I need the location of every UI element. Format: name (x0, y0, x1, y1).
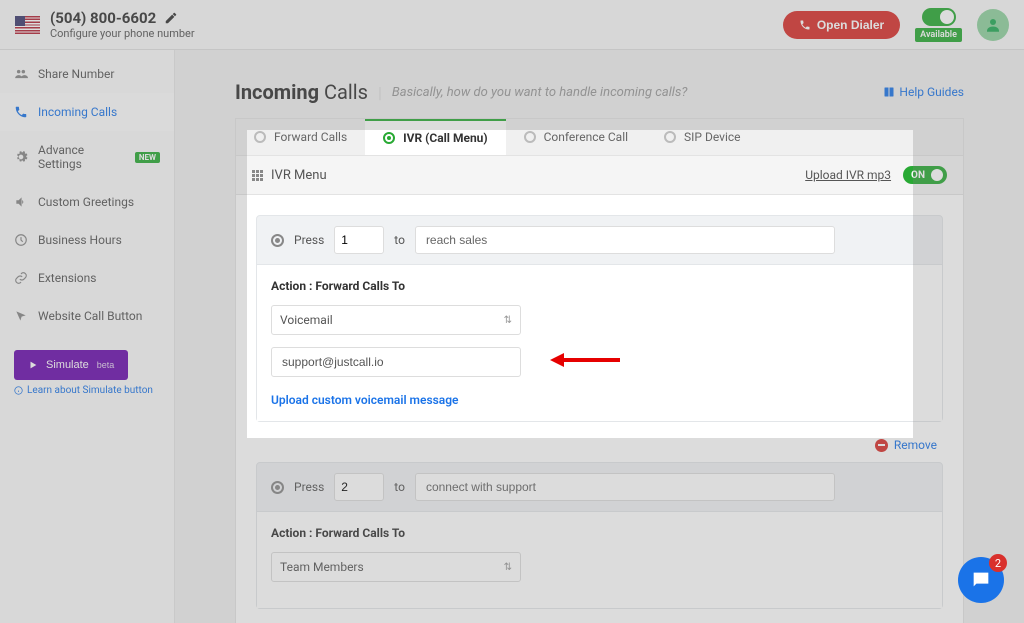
sidebar-item-share-number[interactable]: Share Number (0, 55, 174, 93)
ivr-rule-2: Press to Action : Forward Calls To Team … (256, 462, 943, 609)
sidebar-item-label: Business Hours (38, 233, 122, 247)
chat-badge: 2 (989, 554, 1007, 572)
phone-subtitle: Configure your phone number (50, 27, 195, 40)
sidebar-item-label: Incoming Calls (38, 105, 117, 119)
upload-ivr-link[interactable]: Upload IVR mp3 (805, 168, 891, 182)
tab-conference-call[interactable]: Conference Call (506, 119, 646, 155)
remove-button[interactable]: Remove (875, 438, 937, 452)
grid-icon (252, 170, 263, 181)
sidebar-item-advance-settings[interactable]: Advance Settings NEW (0, 131, 174, 183)
sidebar-item-label: Advance Settings (38, 143, 125, 171)
play-icon (28, 360, 38, 370)
badge-new: NEW (135, 152, 160, 163)
rule-head: Press to (257, 216, 942, 265)
radio-icon (664, 131, 676, 143)
radio-icon[interactable] (271, 234, 284, 247)
tab-forward-calls[interactable]: Forward Calls (236, 119, 365, 155)
sidebar-item-incoming-calls[interactable]: Incoming Calls (0, 93, 174, 131)
toggle-knob-icon (931, 169, 943, 181)
minus-circle-icon (875, 439, 888, 452)
learn-simulate-link[interactable]: Learn about Simulate button (14, 385, 160, 396)
open-dialer-label: Open Dialer (817, 18, 884, 32)
open-dialer-button[interactable]: Open Dialer (783, 11, 900, 39)
rule-head: Press to (257, 463, 942, 512)
ivr-toggle[interactable]: ON (903, 166, 947, 184)
sidebar-item-label: Share Number (38, 67, 114, 81)
tab-bar: Forward Calls IVR (Call Menu) Conference… (235, 118, 964, 155)
press-label: Press (294, 233, 324, 247)
rule-body: Action : Forward Calls To Voicemail ⇅ Up… (257, 265, 942, 421)
people-icon (14, 67, 28, 81)
phone-number: (504) 800-6602 (50, 9, 156, 27)
main-content: Incoming Calls | Basically, how do you w… (175, 50, 1024, 623)
upload-voicemail-link[interactable]: Upload custom voicemail message (271, 393, 928, 407)
chat-button[interactable]: 2 (958, 557, 1004, 603)
simulate-beta: beta (97, 360, 115, 370)
tab-sip-device[interactable]: SIP Device (646, 119, 758, 155)
info-icon (14, 386, 23, 395)
sidebar-item-label: Extensions (38, 271, 96, 285)
simulate-button[interactable]: Simulate beta (14, 350, 128, 380)
sidebar-item-website-call-button[interactable]: Website Call Button (0, 297, 174, 335)
to-label: to (394, 480, 405, 494)
voicemail-email-input[interactable] (271, 347, 521, 377)
ivr-header: IVR Menu Upload IVR mp3 ON (236, 156, 963, 195)
phone-block: (504) 800-6602 Configure your phone numb… (50, 9, 195, 40)
learn-label: Learn about Simulate button (27, 385, 153, 396)
sidebar: Share Number Incoming Calls Advance Sett… (0, 50, 175, 623)
sidebar-item-custom-greetings[interactable]: Custom Greetings (0, 183, 174, 221)
gear-icon (14, 150, 28, 164)
radio-icon (524, 131, 536, 143)
sidebar-item-label: Custom Greetings (38, 195, 134, 209)
availability-toggle[interactable] (922, 8, 956, 26)
main-header: Incoming Calls | Basically, how do you w… (235, 80, 964, 104)
rule-body: Action : Forward Calls To Team Members ⇅ (257, 512, 942, 608)
forward-select[interactable]: Team Members ⇅ (271, 552, 521, 582)
action-label: Action : Forward Calls To (271, 526, 928, 540)
availability-badge: Available (915, 28, 962, 42)
digit-input[interactable] (334, 473, 384, 501)
chevron-down-icon: ⇅ (504, 562, 512, 573)
chevron-down-icon: ⇅ (504, 315, 512, 326)
ivr-title: IVR Menu (271, 168, 327, 183)
link-icon (14, 271, 28, 285)
description-input[interactable] (415, 473, 835, 501)
forward-select[interactable]: Voicemail ⇅ (271, 305, 521, 335)
simulate-label: Simulate (46, 359, 89, 371)
ivr-panel: IVR Menu Upload IVR mp3 ON Press to (235, 155, 964, 623)
to-label: to (394, 233, 405, 247)
phone-icon (799, 19, 811, 31)
chat-icon (970, 569, 992, 591)
remove-row: Remove (256, 434, 943, 462)
radio-icon (254, 131, 266, 143)
avatar[interactable] (977, 9, 1009, 41)
action-label: Action : Forward Calls To (271, 279, 928, 293)
press-label: Press (294, 480, 324, 494)
page-subtitle: Basically, how do you want to handle inc… (392, 85, 687, 100)
sidebar-item-extensions[interactable]: Extensions (0, 259, 174, 297)
cursor-icon (14, 309, 28, 323)
edit-icon[interactable] (164, 11, 178, 25)
ivr-rule-1: Press to Action : Forward Calls To Voice… (256, 215, 943, 422)
help-guides-link[interactable]: Help Guides (883, 85, 964, 99)
sidebar-item-business-hours[interactable]: Business Hours (0, 221, 174, 259)
description-input[interactable] (415, 226, 835, 254)
volume-icon (14, 195, 28, 209)
clock-icon (14, 233, 28, 247)
digit-input[interactable] (334, 226, 384, 254)
radio-icon (383, 132, 395, 144)
tab-ivr[interactable]: IVR (Call Menu) (365, 119, 505, 155)
radio-icon[interactable] (271, 481, 284, 494)
page-title: Incoming Calls (235, 80, 368, 104)
sidebar-item-label: Website Call Button (38, 309, 142, 323)
flag-us-icon (15, 16, 40, 34)
topbar: (504) 800-6602 Configure your phone numb… (0, 0, 1024, 50)
phone-icon (14, 105, 28, 119)
availability-block[interactable]: Available (915, 8, 962, 42)
book-icon (883, 86, 895, 98)
